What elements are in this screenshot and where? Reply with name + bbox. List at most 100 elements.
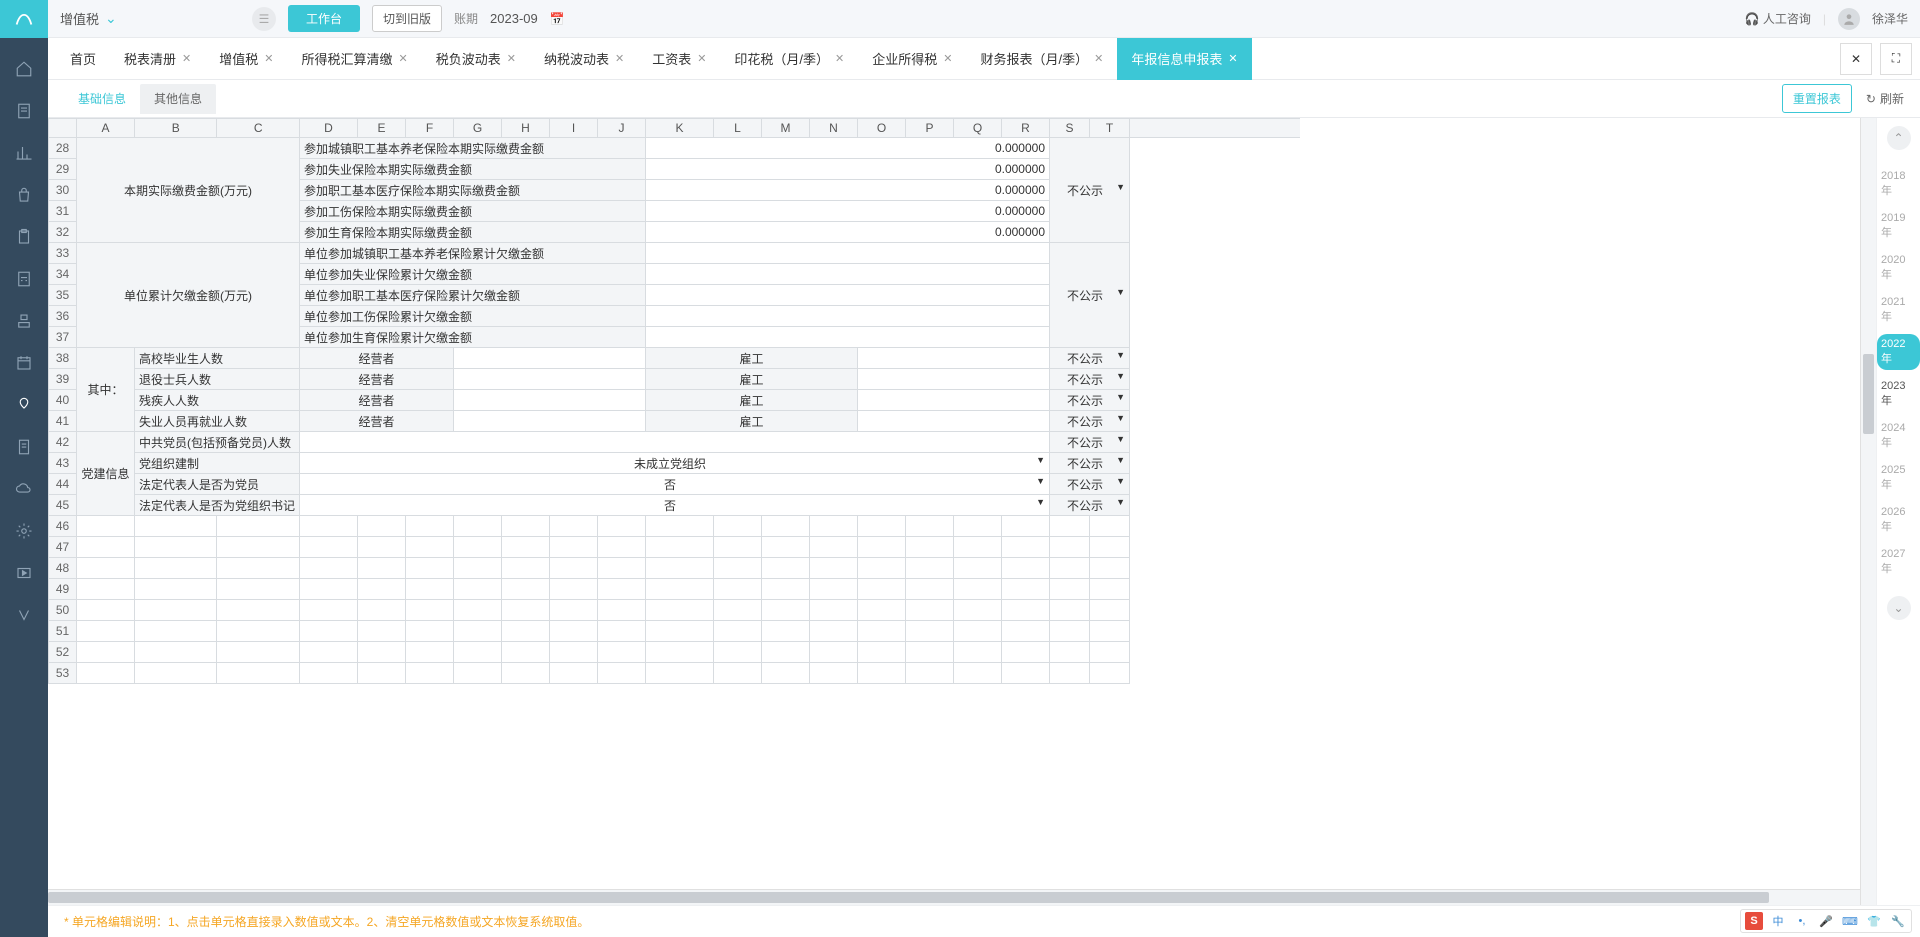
cell[interactable] <box>858 621 906 642</box>
cell[interactable] <box>300 642 358 663</box>
cell[interactable] <box>954 642 1002 663</box>
bag-icon[interactable] <box>13 184 35 206</box>
cell[interactable] <box>454 579 502 600</box>
cell[interactable] <box>454 558 502 579</box>
cell[interactable] <box>762 537 810 558</box>
cell[interactable] <box>646 243 1050 264</box>
row-header[interactable]: 52 <box>49 642 77 663</box>
cell[interactable] <box>502 537 550 558</box>
year-2023[interactable]: 2023年 <box>1877 376 1920 412</box>
chart-icon[interactable] <box>13 142 35 164</box>
cell[interactable] <box>77 663 135 684</box>
cell[interactable] <box>217 516 300 537</box>
cell[interactable]: 单位累计欠缴金额(万元) <box>77 243 300 348</box>
cell[interactable] <box>217 579 300 600</box>
row-header[interactable]: 37 <box>49 327 77 348</box>
cell[interactable] <box>858 600 906 621</box>
cell[interactable] <box>454 516 502 537</box>
cell[interactable] <box>77 621 135 642</box>
cell-dropdown[interactable]: 否 <box>300 495 1050 516</box>
cell[interactable] <box>858 390 1050 411</box>
cell[interactable] <box>646 306 1050 327</box>
cell[interactable] <box>762 516 810 537</box>
tax-icon[interactable] <box>13 394 35 416</box>
cell[interactable] <box>77 537 135 558</box>
cell[interactable] <box>714 621 762 642</box>
video-icon[interactable] <box>13 562 35 584</box>
tab-salary[interactable]: 工资表✕ <box>638 38 720 80</box>
cell[interactable] <box>1050 642 1090 663</box>
stamp-icon[interactable] <box>13 310 35 332</box>
cell[interactable]: 其中： <box>77 348 135 432</box>
cell[interactable]: 0.000000 <box>646 201 1050 222</box>
tab-tax-list[interactable]: 税表清册✕ <box>110 38 205 80</box>
cell[interactable] <box>954 537 1002 558</box>
cell[interactable] <box>810 537 858 558</box>
cell[interactable] <box>1050 663 1090 684</box>
year-2025[interactable]: 2025年 <box>1877 460 1920 496</box>
row-header[interactable]: 34 <box>49 264 77 285</box>
cell[interactable]: 经营者 <box>300 369 454 390</box>
cell[interactable] <box>810 579 858 600</box>
cell[interactable]: 雇工 <box>646 348 858 369</box>
cell[interactable] <box>810 558 858 579</box>
cell[interactable]: 高校毕业生人数 <box>135 348 300 369</box>
cell[interactable] <box>454 663 502 684</box>
clipboard-icon[interactable] <box>13 226 35 248</box>
cell[interactable] <box>954 600 1002 621</box>
row-header[interactable]: 43 <box>49 453 77 474</box>
close-icon[interactable]: ✕ <box>507 52 516 65</box>
cell[interactable] <box>300 537 358 558</box>
tab-corp-tax[interactable]: 企业所得税✕ <box>858 38 966 80</box>
row-header[interactable]: 51 <box>49 621 77 642</box>
cell[interactable] <box>762 642 810 663</box>
cell[interactable] <box>358 663 406 684</box>
row-header[interactable]: 49 <box>49 579 77 600</box>
cell[interactable]: 单位参加失业保险累计欠缴金额 <box>300 264 646 285</box>
cell[interactable] <box>598 516 646 537</box>
workbench-button[interactable]: 工作台 <box>288 5 360 32</box>
cell[interactable] <box>1002 579 1050 600</box>
row-header[interactable]: 47 <box>49 537 77 558</box>
cell[interactable] <box>810 642 858 663</box>
cell[interactable]: 残疾人人数 <box>135 390 300 411</box>
reset-button[interactable]: 重置报表 <box>1782 84 1852 113</box>
cell[interactable] <box>1050 600 1090 621</box>
cell[interactable] <box>217 537 300 558</box>
cell[interactable] <box>77 642 135 663</box>
tab-vat[interactable]: 增值税✕ <box>205 38 287 80</box>
ime-punct-icon[interactable]: •, <box>1793 912 1811 930</box>
cell[interactable] <box>714 558 762 579</box>
row-header[interactable]: 33 <box>49 243 77 264</box>
cell-dropdown[interactable]: 不公示 <box>1050 369 1130 390</box>
cell[interactable] <box>1090 558 1130 579</box>
cell[interactable] <box>300 432 1050 453</box>
cell[interactable] <box>358 579 406 600</box>
row-header[interactable]: 29 <box>49 159 77 180</box>
year-2024[interactable]: 2024年 <box>1877 418 1920 454</box>
close-icon[interactable]: ✕ <box>399 52 408 65</box>
cell[interactable] <box>858 642 906 663</box>
cloud-icon[interactable] <box>13 478 35 500</box>
cell[interactable] <box>406 579 454 600</box>
row-header[interactable]: 45 <box>49 495 77 516</box>
cell[interactable] <box>1050 516 1090 537</box>
cell[interactable] <box>1090 579 1130 600</box>
year-2021[interactable]: 2021年 <box>1877 292 1920 328</box>
cell[interactable]: 单位参加城镇职工基本养老保险累计欠缴金额 <box>300 243 646 264</box>
ime-tool-icon[interactable]: 🔧 <box>1889 912 1907 930</box>
cell[interactable] <box>454 348 646 369</box>
cell[interactable] <box>77 558 135 579</box>
cell[interactable] <box>1002 621 1050 642</box>
cell-dropdown[interactable]: 不公示 <box>1050 474 1130 495</box>
calendar-picker-icon[interactable]: 📅 <box>550 12 565 26</box>
cell[interactable] <box>454 642 502 663</box>
cell[interactable] <box>217 600 300 621</box>
vertical-scrollbar[interactable] <box>1860 118 1876 905</box>
cell[interactable]: 退役士兵人数 <box>135 369 300 390</box>
cell[interactable] <box>454 390 646 411</box>
cell[interactable] <box>358 537 406 558</box>
cell[interactable] <box>406 642 454 663</box>
cell[interactable] <box>714 537 762 558</box>
row-header[interactable]: 32 <box>49 222 77 243</box>
